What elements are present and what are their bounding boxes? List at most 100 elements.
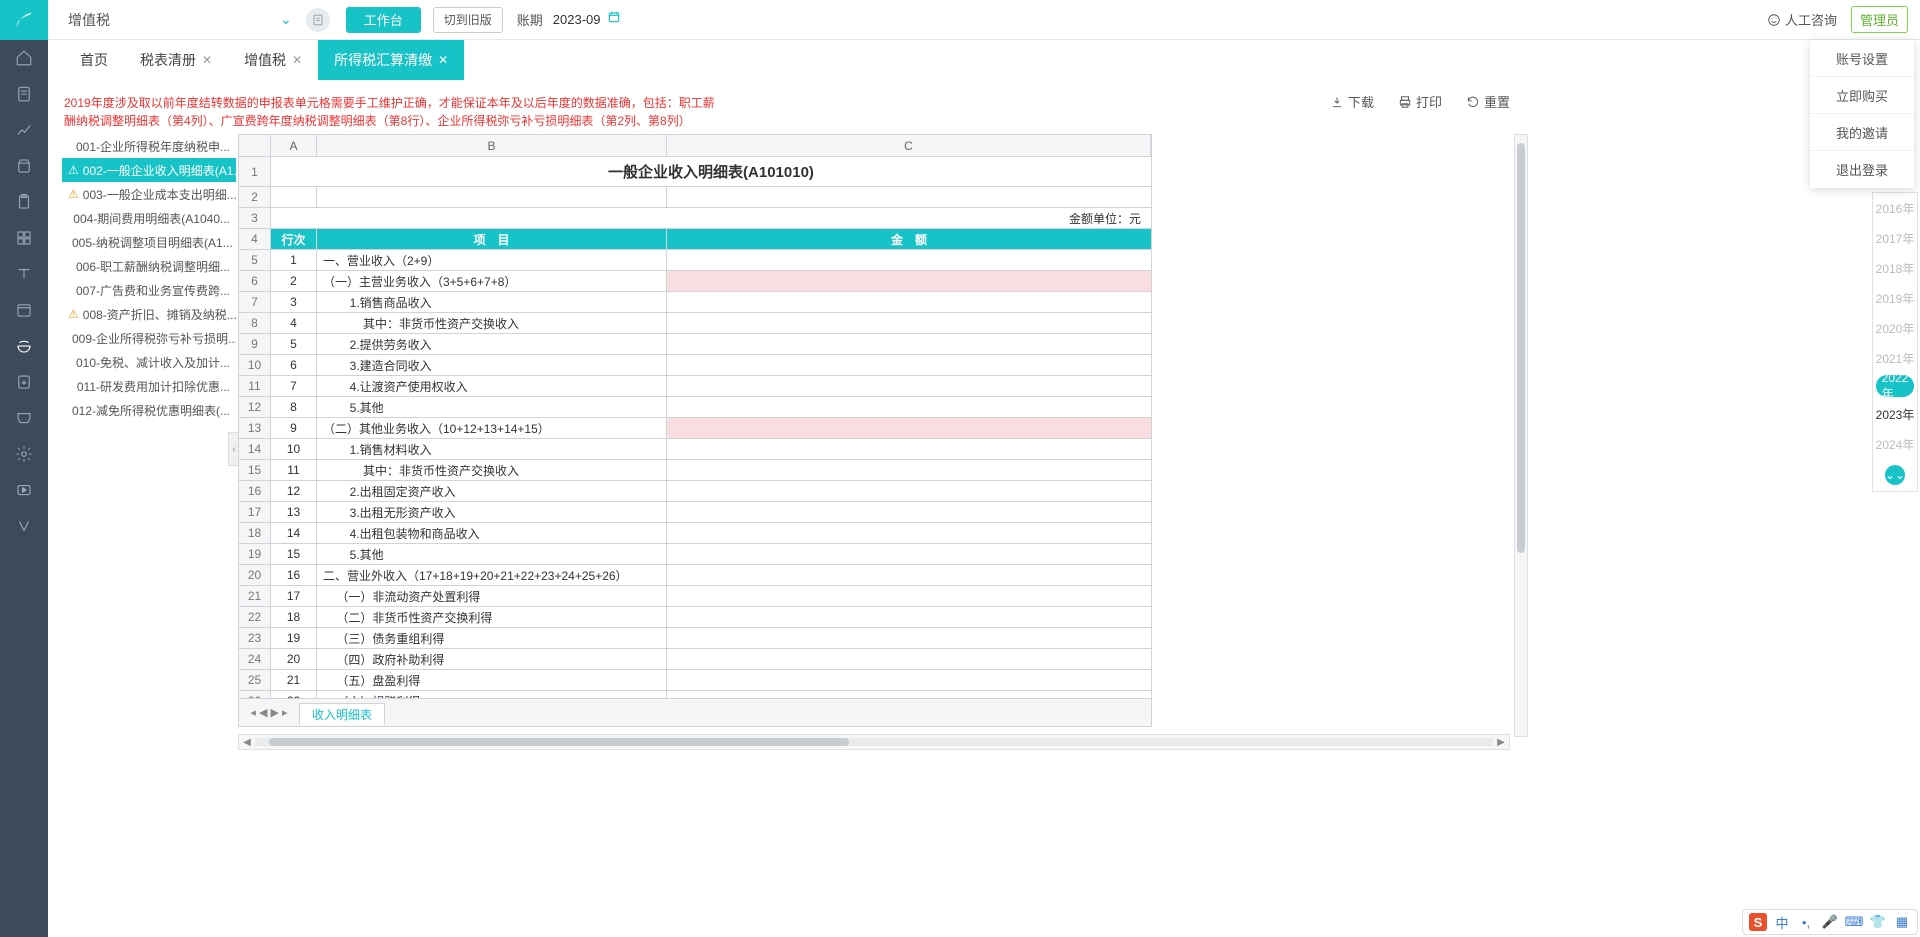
year-item[interactable]: 2018年	[1873, 253, 1917, 283]
form-list-item[interactable]: ⚠008-资产折旧、摊销及纳税...	[62, 302, 236, 326]
rownum[interactable]: 11	[239, 376, 271, 396]
rownum[interactable]: 25	[239, 670, 271, 690]
scroll-right-icon[interactable]: ▶	[1493, 737, 1509, 748]
admin-button[interactable]: 管理员	[1851, 6, 1908, 33]
cell-amount[interactable]	[667, 670, 1151, 690]
cell-item[interactable]: （一）非流动资产处置利得	[317, 586, 667, 606]
cell-item[interactable]: 3.出租无形资产收入	[317, 502, 667, 522]
year-item[interactable]: 2019年	[1873, 283, 1917, 313]
cell-rownum[interactable]: 21	[271, 670, 317, 690]
cell-rownum[interactable]: 1	[271, 250, 317, 270]
period-value[interactable]: 2023-09	[553, 12, 601, 27]
cell-item[interactable]: （二）非货币性资产交换利得	[317, 607, 667, 627]
menu-buy-now[interactable]: 立即购买	[1810, 77, 1914, 114]
cell-item[interactable]: 二、营业外收入（17+18+19+20+21+22+23+24+25+26）	[317, 565, 667, 585]
nav-video-icon[interactable]	[0, 472, 48, 508]
form-list-item[interactable]: 005-纳税调整项目明细表(A1...	[62, 230, 236, 254]
cell-amount[interactable]	[667, 250, 1151, 270]
nav-grid-icon[interactable]	[0, 220, 48, 256]
form-list-item[interactable]: 007-广告费和业务宣传费跨...	[62, 278, 236, 302]
ime-s-icon[interactable]: S	[1749, 913, 1767, 931]
rownum[interactable]: 22	[239, 607, 271, 627]
title-dropdown[interactable]: 增值税 ⌄	[60, 10, 292, 30]
cell-amount[interactable]	[667, 271, 1151, 291]
year-item[interactable]: 2023年	[1873, 399, 1917, 429]
cell-amount[interactable]	[667, 460, 1151, 480]
rownum[interactable]: 13	[239, 418, 271, 438]
ime-keyboard-icon[interactable]: ⌨	[1845, 913, 1863, 931]
rownum[interactable]: 1	[239, 157, 271, 186]
rownum[interactable]: 16	[239, 481, 271, 501]
nav-v-icon[interactable]	[0, 508, 48, 544]
calendar-icon[interactable]	[607, 10, 621, 29]
rownum[interactable]: 7	[239, 292, 271, 312]
menu-logout[interactable]: 退出登录	[1810, 151, 1914, 188]
ime-mic-icon[interactable]: 🎤	[1821, 913, 1839, 931]
cell-amount[interactable]	[667, 607, 1151, 627]
nav-t-icon[interactable]	[0, 256, 48, 292]
cell-rownum[interactable]: 22	[271, 691, 317, 698]
cell-item[interactable]: 5.其他	[317, 544, 667, 564]
cell-rownum[interactable]: 10	[271, 439, 317, 459]
cell-amount[interactable]	[667, 397, 1151, 417]
scroll-thumb[interactable]	[1517, 143, 1525, 553]
close-icon[interactable]: ✕	[202, 53, 212, 67]
cell-rownum[interactable]: 11	[271, 460, 317, 480]
cell-amount[interactable]	[667, 313, 1151, 333]
cell-rownum[interactable]: 4	[271, 313, 317, 333]
cell-rownum[interactable]: 18	[271, 607, 317, 627]
tab[interactable]: 增值税✕	[228, 40, 318, 80]
rownum[interactable]: 21	[239, 586, 271, 606]
cell-item[interactable]: 1.销售材料收入	[317, 439, 667, 459]
rownum[interactable]: 9	[239, 334, 271, 354]
cell-amount[interactable]	[667, 586, 1151, 606]
year-item[interactable]: 2017年	[1873, 223, 1917, 253]
cell-item[interactable]: 一、营业收入（2+9）	[317, 250, 667, 270]
ime-grid-icon[interactable]: ▦	[1893, 913, 1911, 931]
rownum[interactable]: 20	[239, 565, 271, 585]
nav-bowl-icon[interactable]	[0, 328, 48, 364]
cell-item[interactable]: （一）主营业务收入（3+5+6+7+8）	[317, 271, 667, 291]
cell-amount[interactable]	[667, 481, 1151, 501]
year-item[interactable]: 2020年	[1873, 313, 1917, 343]
nav-clipboard-icon[interactable]	[0, 184, 48, 220]
ime-punct-icon[interactable]: •,	[1797, 913, 1815, 931]
rownum[interactable]: 15	[239, 460, 271, 480]
nav-calendar-icon[interactable]	[0, 292, 48, 328]
cell-item[interactable]: 3.建造合同收入	[317, 355, 667, 375]
cell-rownum[interactable]: 14	[271, 523, 317, 543]
cell[interactable]	[271, 187, 317, 207]
sheet-nav[interactable]: ◂ ◀ ▶ ▸	[239, 706, 299, 719]
cell-item[interactable]: 5.其他	[317, 397, 667, 417]
col-header-c[interactable]: C	[667, 135, 1151, 156]
cell-item[interactable]: 其中：非货币性资产交换收入	[317, 313, 667, 333]
scroll-track[interactable]	[255, 738, 1493, 746]
nav-export-icon[interactable]	[0, 364, 48, 400]
nav-money-icon[interactable]	[0, 148, 48, 184]
cell-item[interactable]: 4.让渡资产使用权收入	[317, 376, 667, 396]
nav-home-icon[interactable]	[0, 40, 48, 76]
form-list-item[interactable]: 009-企业所得税弥亏补亏损明...	[62, 326, 236, 350]
nav-chart-icon[interactable]	[0, 112, 48, 148]
cell-rownum[interactable]: 5	[271, 334, 317, 354]
cell-rownum[interactable]: 17	[271, 586, 317, 606]
switch-old-button[interactable]: 切到旧版	[433, 7, 503, 33]
logo[interactable]	[0, 0, 48, 40]
rownum[interactable]: 5	[239, 250, 271, 270]
cell-item[interactable]: 2.出租固定资产收入	[317, 481, 667, 501]
tab[interactable]: 所得税汇算清缴✕	[318, 40, 464, 80]
cell[interactable]	[667, 187, 1151, 207]
cell-amount[interactable]	[667, 334, 1151, 354]
horizontal-scrollbar[interactable]: ◀ ▶	[238, 734, 1510, 750]
round-button[interactable]	[306, 8, 330, 32]
cell-item[interactable]: 其中：非货币性资产交换收入	[317, 460, 667, 480]
cell-amount[interactable]	[667, 418, 1151, 438]
close-icon[interactable]: ✕	[292, 53, 302, 67]
rownum[interactable]: 12	[239, 397, 271, 417]
cell-item[interactable]: （三）债务重组利得	[317, 628, 667, 648]
tab[interactable]: 首页	[64, 40, 124, 80]
cell-item[interactable]: （四）政府补助利得	[317, 649, 667, 669]
tab[interactable]: 税表清册✕	[124, 40, 228, 80]
rownum[interactable]: 26	[239, 691, 271, 698]
cell-amount[interactable]	[667, 376, 1151, 396]
